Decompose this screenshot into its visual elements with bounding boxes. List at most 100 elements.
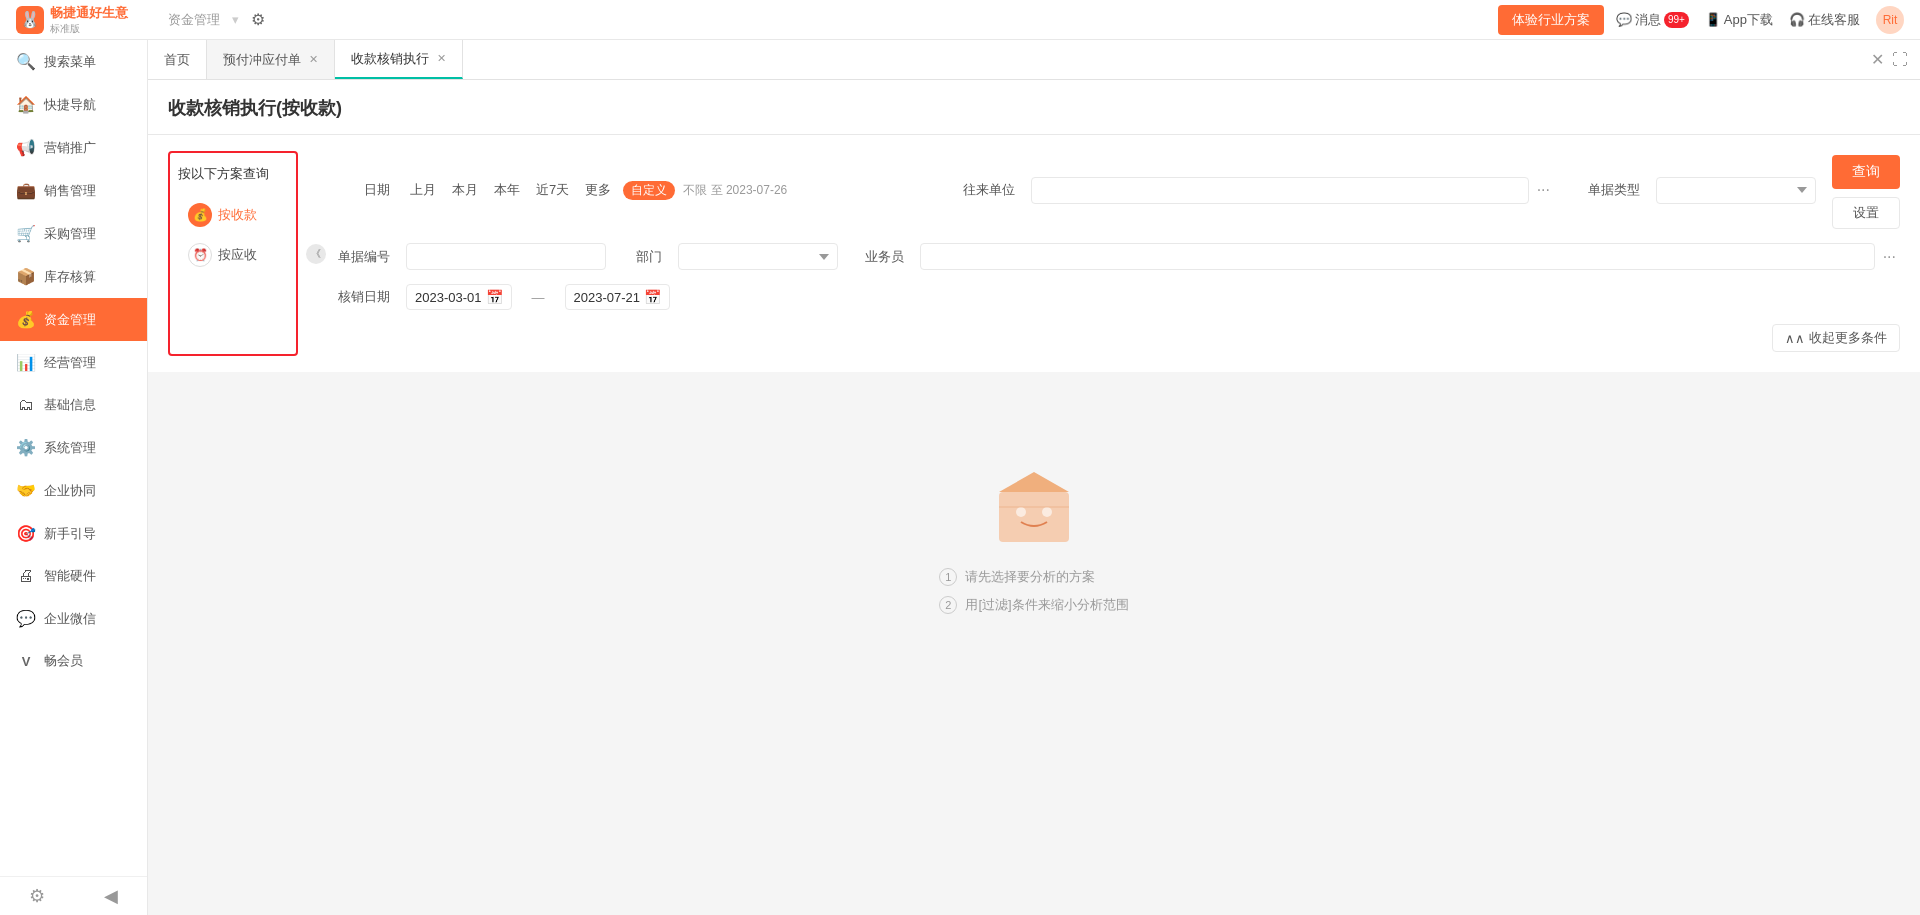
- sidebar-item-sales[interactable]: 💼 销售管理: [0, 169, 147, 212]
- collapse-up-icon: ∧∧: [1785, 331, 1805, 346]
- sidebar-bottom: ⚙ ◀: [0, 876, 147, 915]
- guide-icon: 🎯: [16, 524, 36, 543]
- messages-btn[interactable]: 💬 消息 99+: [1616, 11, 1689, 29]
- app-download-btn[interactable]: 📱 App下载: [1705, 11, 1773, 29]
- filter-row-3: 核销日期 2023-03-01 📅 — 2023-07-21 📅: [330, 284, 1900, 310]
- receipt-icon: 💰: [188, 203, 212, 227]
- sidebar-settings-icon[interactable]: ⚙: [29, 885, 45, 907]
- sidebar-item-nav[interactable]: 🏠 快捷导航: [0, 83, 147, 126]
- sidebar-item-member[interactable]: V 畅会员: [0, 640, 147, 682]
- svg-rect-0: [999, 492, 1069, 542]
- date-range-separator: —: [532, 290, 545, 305]
- filter-option-by-receipt[interactable]: 💰 按收款: [178, 195, 288, 235]
- doc-type-select[interactable]: [1656, 177, 1816, 204]
- date-this-year-btn[interactable]: 本年: [490, 179, 524, 201]
- doc-type-wrap: [1656, 177, 1816, 204]
- sidebar-collapse-icon[interactable]: ◀: [104, 885, 118, 907]
- collab-icon: 🤝: [16, 481, 36, 500]
- page-header: 收款核销执行(按收款) ↗ 导出 ↺ 刷新: [148, 80, 1920, 135]
- staff-input[interactable]: [920, 243, 1875, 270]
- empty-tip-1: 1 请先选择要分析的方案: [939, 568, 1128, 586]
- marketing-icon: 📢: [16, 138, 36, 157]
- sidebar-item-operation[interactable]: 📊 经营管理: [0, 341, 147, 384]
- doc-no-label: 单据编号: [330, 248, 390, 266]
- app-logo: 🐰 畅捷通好生意 标准版: [16, 4, 156, 36]
- sidebar-item-finance[interactable]: 💰 资金管理: [0, 298, 147, 341]
- avatar-icon: Rit: [1876, 6, 1904, 34]
- sidebar-item-hardware[interactable]: 🖨 智能硬件: [0, 555, 147, 597]
- collapse-panel-arrow[interactable]: 《: [306, 244, 326, 264]
- empty-state: 1 请先选择要分析的方案 2 用[过滤]条件来缩小分析范围: [148, 372, 1920, 694]
- page-title: 收款核销执行(按收款): [168, 96, 1900, 120]
- system-icon: ⚙️: [16, 438, 36, 457]
- tab-prepay[interactable]: 预付冲应付单 ✕: [207, 40, 335, 79]
- logo-icon: 🐰: [16, 6, 44, 34]
- date-more-btn[interactable]: 更多: [581, 179, 615, 201]
- tab-expand-icon[interactable]: ⛶: [1892, 51, 1908, 69]
- tab-prepay-close[interactable]: ✕: [309, 53, 318, 66]
- basic-icon: 🗂: [16, 396, 36, 414]
- date-last-month-btn[interactable]: 上月: [406, 179, 440, 201]
- messages-badge: 99+: [1664, 12, 1689, 28]
- sidebar-item-guide[interactable]: 🎯 新手引导: [0, 512, 147, 555]
- staff-ellipsis-btn[interactable]: ···: [1879, 248, 1900, 266]
- sidebar: 🔍 搜索菜单 🏠 快捷导航 📢 营销推广 💼 销售管理 🛒 采购管理 📦 库存核…: [0, 40, 148, 915]
- tab-home[interactable]: 首页: [148, 40, 207, 79]
- page-relative: 收款核销执行(按收款) ↗ 导出 ↺ 刷新: [148, 80, 1920, 694]
- page-body: 收款核销执行(按收款) ↗ 导出 ↺ 刷新: [148, 80, 1920, 915]
- setting-btn[interactable]: 设置: [1832, 197, 1900, 229]
- tip-text-2: 用[过滤]条件来缩小分析范围: [965, 596, 1128, 614]
- app-edition: 标准版: [50, 22, 128, 36]
- partner-ellipsis-btn[interactable]: ···: [1533, 181, 1554, 199]
- settings-icon[interactable]: ⚙: [251, 10, 265, 29]
- sidebar-item-basic[interactable]: 🗂 基础信息: [0, 384, 147, 426]
- sidebar-item-collab[interactable]: 🤝 企业协同: [0, 469, 147, 512]
- sidebar-item-inventory[interactable]: 📦 库存核算: [0, 255, 147, 298]
- tip-num-1: 1: [939, 568, 957, 586]
- svg-marker-1: [999, 472, 1069, 492]
- query-btn[interactable]: 查询: [1832, 155, 1900, 189]
- filter-option-label: 按收款: [218, 206, 257, 224]
- staff-wrap: ···: [920, 243, 1900, 270]
- dept-select[interactable]: [678, 243, 838, 270]
- date-group: 上月 本月 本年 近7天 更多 自定义 不限 至 2023-07-26: [406, 179, 929, 201]
- sidebar-item-wechat[interactable]: 💬 企业微信: [0, 597, 147, 640]
- sidebar-item-label: 系统管理: [44, 439, 96, 457]
- filter-collapse-row: ∧∧ 收起更多条件: [330, 320, 1900, 356]
- partner-input[interactable]: [1031, 177, 1529, 204]
- svg-point-3: [1042, 507, 1052, 517]
- date-7days-btn[interactable]: 近7天: [532, 179, 573, 201]
- verify-end-calendar-icon[interactable]: 📅: [644, 289, 661, 305]
- empty-illustration: [974, 452, 1094, 552]
- user-avatar[interactable]: Rit: [1876, 6, 1904, 34]
- hardware-icon: 🖨: [16, 567, 36, 585]
- doc-no-input[interactable]: [406, 243, 606, 270]
- operation-icon: 📊: [16, 353, 36, 372]
- receivable-icon: ⏰: [188, 243, 212, 267]
- sidebar-item-purchase[interactable]: 🛒 采购管理: [0, 212, 147, 255]
- sidebar-item-label: 企业协同: [44, 482, 96, 500]
- collapse-more-btn[interactable]: ∧∧ 收起更多条件: [1772, 324, 1900, 352]
- date-this-month-btn[interactable]: 本月: [448, 179, 482, 201]
- filter-row-1: 日期 上月 本月 本年 近7天 更多 自定义 不限 至 2023-07-26 往…: [330, 151, 1900, 229]
- sidebar-item-label: 采购管理: [44, 225, 96, 243]
- finance-icon: 💰: [16, 310, 36, 329]
- sidebar-item-search[interactable]: 🔍 搜索菜单: [0, 40, 147, 83]
- date-custom-badge: 自定义: [623, 181, 675, 200]
- industry-btn[interactable]: 体验行业方案: [1498, 5, 1604, 35]
- sidebar-item-marketing[interactable]: 📢 营销推广: [0, 126, 147, 169]
- tab-verify[interactable]: 收款核销执行 ✕: [335, 40, 463, 79]
- partner-input-wrap: ···: [1031, 177, 1554, 204]
- filter-option-by-receivable[interactable]: ⏰ 按应收: [178, 235, 288, 275]
- collapse-btn-label: 收起更多条件: [1809, 329, 1887, 347]
- sidebar-item-label: 智能硬件: [44, 567, 96, 585]
- tab-verify-close[interactable]: ✕: [437, 52, 446, 65]
- top-bar: 🐰 畅捷通好生意 标准版 资金管理 ▾ ⚙ 体验行业方案 💬 消息 99+ 📱 …: [0, 0, 1920, 40]
- sidebar-item-label: 搜索菜单: [44, 53, 96, 71]
- tab-verify-label: 收款核销执行: [351, 50, 429, 68]
- tab-close-all-icon[interactable]: ✕: [1871, 50, 1884, 69]
- online-service-btn[interactable]: 🎧 在线客服: [1789, 11, 1860, 29]
- filter-area: 按以下方案查询 💰 按收款 ⏰ 按应收 《: [148, 135, 1920, 372]
- sidebar-item-system[interactable]: ⚙️ 系统管理: [0, 426, 147, 469]
- verify-start-calendar-icon[interactable]: 📅: [486, 289, 503, 305]
